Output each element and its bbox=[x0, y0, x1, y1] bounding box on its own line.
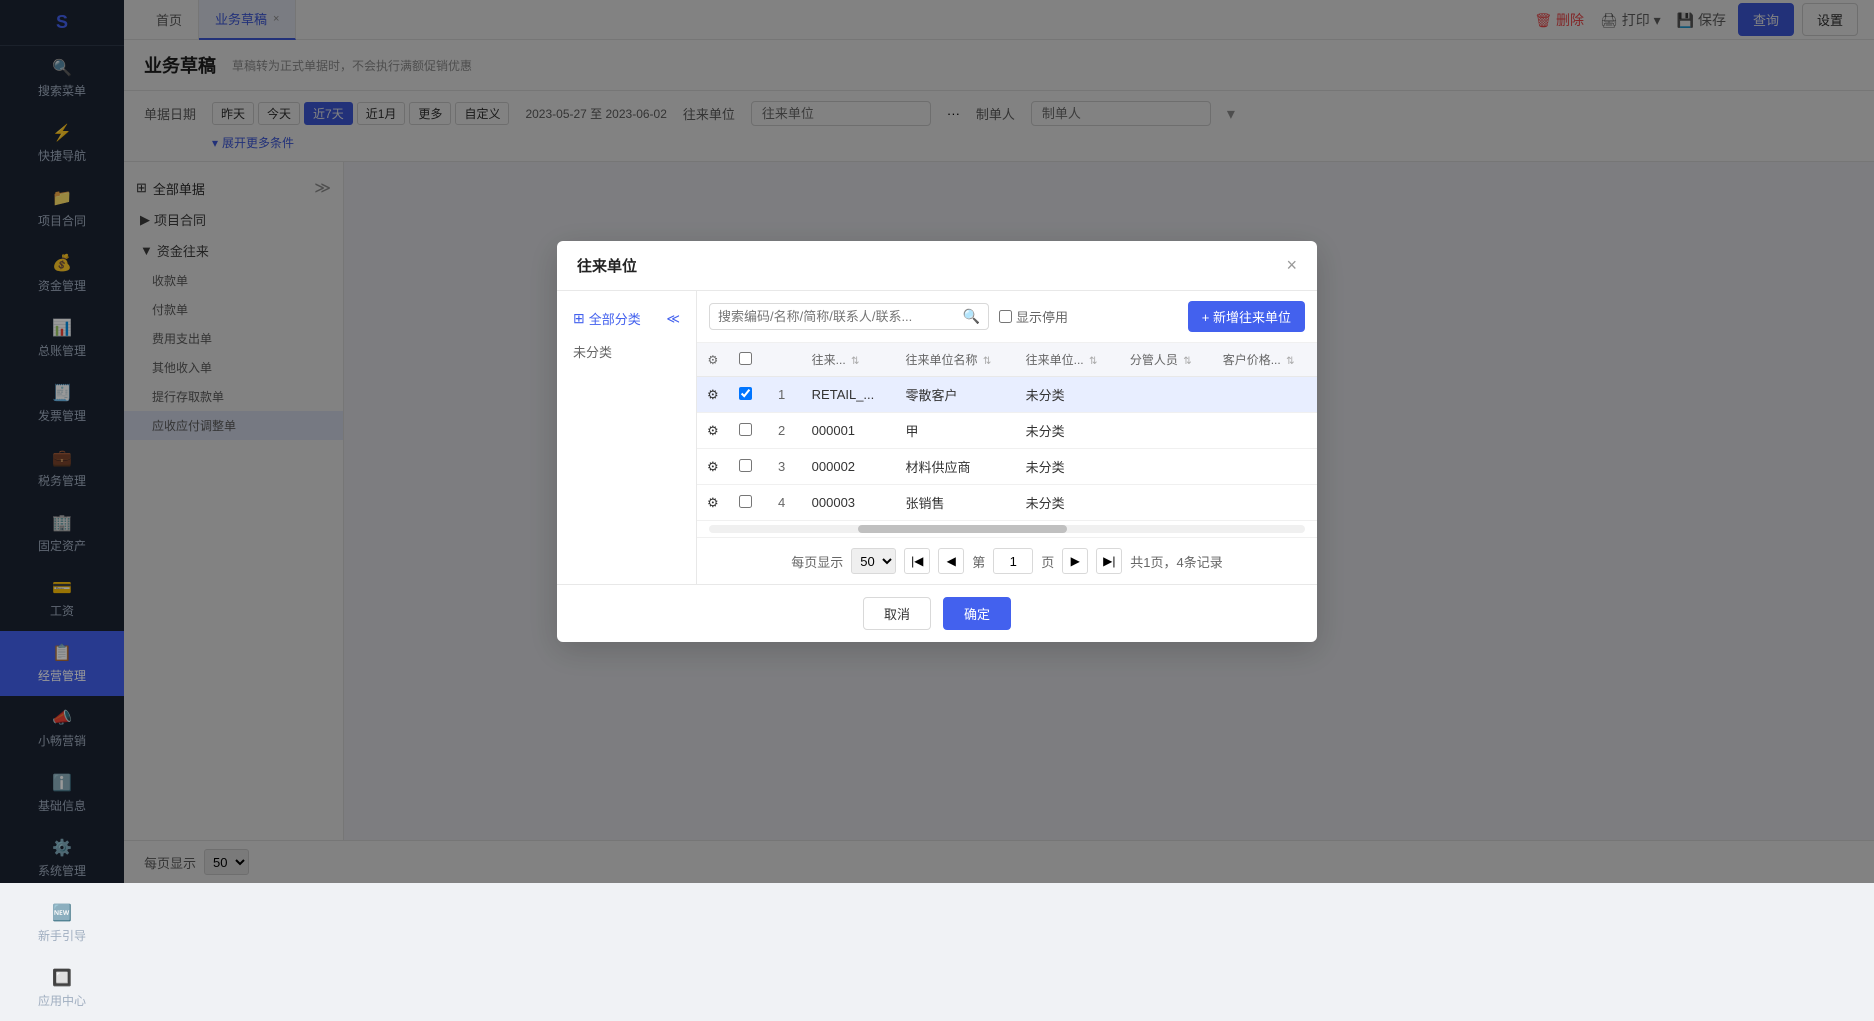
modal-body: ⊞ 全部分类 ≪ 未分类 🔍 显示停用 bbox=[557, 291, 1317, 584]
modal-search-input[interactable] bbox=[718, 309, 957, 324]
col-header-num bbox=[762, 343, 802, 377]
row-name: 零散客户 bbox=[896, 377, 1016, 413]
row-category: 未分类 bbox=[1016, 485, 1120, 521]
row-name: 甲 bbox=[896, 413, 1016, 449]
col-header-person[interactable]: 分管人员 ⇅ bbox=[1120, 343, 1213, 377]
modal-search-box: 🔍 bbox=[709, 303, 989, 330]
modal-scrollbar[interactable] bbox=[697, 521, 1317, 537]
modal-all-category[interactable]: ⊞ 全部分类 ≪ bbox=[557, 301, 696, 336]
row-setting[interactable]: ⚙ bbox=[697, 449, 729, 485]
modal-uncategorized[interactable]: 未分类 bbox=[557, 336, 696, 367]
modal-table: ⚙ 往来... ⇅ 往来单位名称 ⇅ bbox=[697, 343, 1317, 521]
last-page-btn[interactable]: ▶| bbox=[1096, 548, 1122, 574]
row-setting[interactable]: ⚙ bbox=[697, 377, 729, 413]
row-num: 4 bbox=[762, 485, 802, 521]
row-person bbox=[1120, 413, 1213, 449]
row-person bbox=[1120, 449, 1213, 485]
table-row[interactable]: ⚙ 1 RETAIL_... 零散客户 未分类 bbox=[697, 377, 1317, 413]
per-page-select[interactable]: 50 bbox=[851, 548, 896, 574]
row-num: 1 bbox=[762, 377, 802, 413]
row-checkbox[interactable] bbox=[729, 413, 762, 449]
cancel-button[interactable]: 取消 bbox=[863, 597, 931, 630]
modal-overlay[interactable]: 往来单位 × ⊞ 全部分类 ≪ 未分类 bbox=[0, 0, 1874, 883]
row-setting[interactable]: ⚙ bbox=[697, 413, 729, 449]
sidebar-item-new-guide[interactable]: 🆕 新手引导 bbox=[0, 891, 124, 956]
row-code: 000001 bbox=[802, 413, 896, 449]
party-modal: 往来单位 × ⊞ 全部分类 ≪ 未分类 bbox=[557, 241, 1317, 642]
sidebar-item-label: 新手引导 bbox=[38, 927, 86, 944]
search-icon: 🔍 bbox=[963, 308, 980, 325]
prev-page-btn[interactable]: ◀ bbox=[938, 548, 964, 574]
sidebar-item-label: 应用中心 bbox=[38, 992, 86, 1009]
new-guide-icon: 🆕 bbox=[52, 903, 72, 923]
row-category: 未分类 bbox=[1016, 449, 1120, 485]
row-price bbox=[1213, 413, 1317, 449]
page-number-input[interactable] bbox=[993, 548, 1033, 574]
scroll-track bbox=[709, 525, 1305, 533]
sort-icon: ⇅ bbox=[1089, 356, 1097, 367]
add-party-button[interactable]: + 新增往来单位 bbox=[1188, 301, 1305, 332]
col-header-price[interactable]: 客户价格... ⇅ bbox=[1213, 343, 1317, 377]
row-name: 材料供应商 bbox=[896, 449, 1016, 485]
next-page-btn[interactable]: ▶ bbox=[1062, 548, 1088, 574]
total-records: 共1页，4条记录 bbox=[1130, 552, 1222, 571]
modal-title: 往来单位 bbox=[577, 255, 637, 276]
col-header-name[interactable]: 往来单位名称 ⇅ bbox=[896, 343, 1016, 377]
row-category: 未分类 bbox=[1016, 413, 1120, 449]
modal-footer: 取消 确定 bbox=[557, 584, 1317, 642]
show-disabled-check[interactable] bbox=[999, 310, 1012, 323]
table-row[interactable]: ⚙ 2 000001 甲 未分类 bbox=[697, 413, 1317, 449]
row-num: 2 bbox=[762, 413, 802, 449]
app-center-icon: 🔲 bbox=[52, 968, 72, 988]
row-code: 000002 bbox=[802, 449, 896, 485]
modal-pagination: 每页显示 50 |◀ ◀ 第 页 ▶ ▶| 共1页，4条记录 bbox=[697, 537, 1317, 584]
sort-icon: ⇅ bbox=[851, 356, 859, 367]
page-word: 第 bbox=[972, 552, 985, 571]
row-code: RETAIL_... bbox=[802, 377, 896, 413]
table-header-row: ⚙ 往来... ⇅ 往来单位名称 ⇅ bbox=[697, 343, 1317, 377]
row-setting[interactable]: ⚙ bbox=[697, 485, 729, 521]
row-person bbox=[1120, 485, 1213, 521]
row-checkbox[interactable] bbox=[729, 485, 762, 521]
collapse-arrow-icon[interactable]: ≪ bbox=[666, 311, 680, 327]
sidebar-item-app-center[interactable]: 🔲 应用中心 bbox=[0, 956, 124, 1021]
table-row[interactable]: ⚙ 4 000003 张销售 未分类 bbox=[697, 485, 1317, 521]
scroll-thumb[interactable] bbox=[858, 525, 1067, 533]
modal-close-btn[interactable]: × bbox=[1286, 255, 1297, 276]
select-all-checkbox[interactable] bbox=[739, 352, 752, 365]
col-header-category[interactable]: 往来单位... ⇅ bbox=[1016, 343, 1120, 377]
confirm-button[interactable]: 确定 bbox=[943, 597, 1011, 630]
row-person bbox=[1120, 377, 1213, 413]
row-checkbox[interactable] bbox=[729, 377, 762, 413]
row-price bbox=[1213, 485, 1317, 521]
col-header-code[interactable]: 往来... ⇅ bbox=[802, 343, 896, 377]
modal-right-panel: 🔍 显示停用 + 新增往来单位 ⚙ bbox=[697, 291, 1317, 584]
show-disabled-checkbox[interactable]: 显示停用 bbox=[999, 307, 1068, 326]
modal-header: 往来单位 × bbox=[557, 241, 1317, 291]
row-name: 张销售 bbox=[896, 485, 1016, 521]
row-num: 3 bbox=[762, 449, 802, 485]
first-page-btn[interactable]: |◀ bbox=[904, 548, 930, 574]
sort-icon: ⇅ bbox=[1286, 356, 1294, 367]
modal-table-container: ⚙ 往来... ⇅ 往来单位名称 ⇅ bbox=[697, 343, 1317, 521]
row-category: 未分类 bbox=[1016, 377, 1120, 413]
grid-icon: ⊞ bbox=[573, 310, 585, 327]
row-price bbox=[1213, 449, 1317, 485]
row-price bbox=[1213, 377, 1317, 413]
table-row[interactable]: ⚙ 3 000002 材料供应商 未分类 bbox=[697, 449, 1317, 485]
sort-icon: ⇅ bbox=[983, 356, 991, 367]
col-header-setting[interactable]: ⚙ bbox=[697, 343, 729, 377]
modal-toolbar: 🔍 显示停用 + 新增往来单位 bbox=[697, 291, 1317, 343]
col-header-checkbox[interactable] bbox=[729, 343, 762, 377]
row-checkbox[interactable] bbox=[729, 449, 762, 485]
modal-left-panel: ⊞ 全部分类 ≪ 未分类 bbox=[557, 291, 697, 584]
sort-icon: ⇅ bbox=[1183, 356, 1191, 367]
row-code: 000003 bbox=[802, 485, 896, 521]
